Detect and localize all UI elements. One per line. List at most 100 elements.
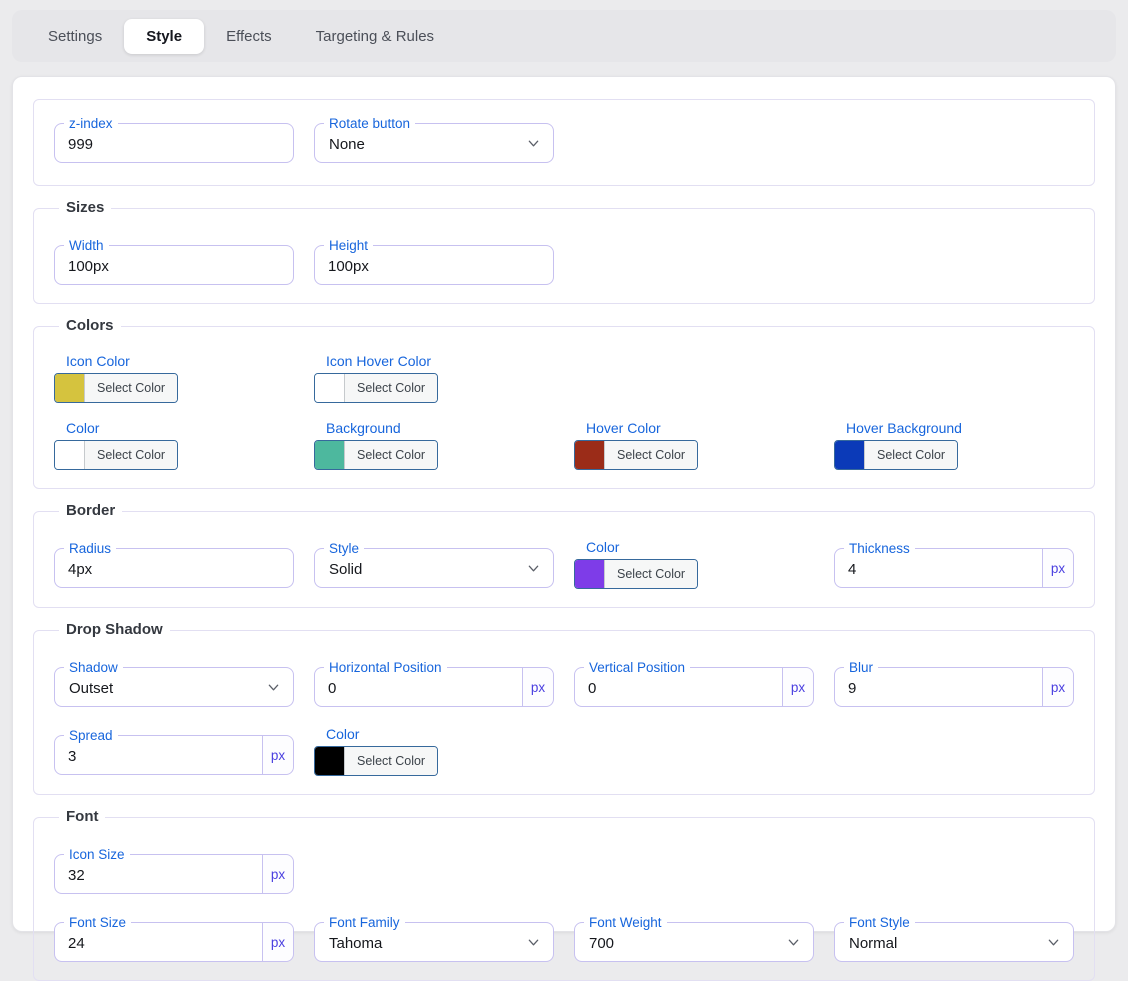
hover-color-field: Hover Color Select Color xyxy=(574,420,814,470)
font-section: Font Icon Size px Font Size px Font Fami… xyxy=(33,808,1095,981)
sizes-section-title: Sizes xyxy=(59,199,111,217)
icon-color-field: Icon Color Select Color xyxy=(54,353,294,403)
color-label: Color xyxy=(66,420,99,437)
blur-field-wrap: Blur px xyxy=(834,667,1074,707)
select-color-button-label: Select Color xyxy=(85,441,177,469)
style-settings-panel: z-index Rotate button None Sizes Width H… xyxy=(12,76,1116,932)
icon-hover-color-picker-button[interactable]: Select Color xyxy=(314,373,438,403)
tab-effects[interactable]: Effects xyxy=(204,19,294,54)
icon-color-picker-button[interactable]: Select Color xyxy=(54,373,178,403)
width-field-wrap: Width xyxy=(54,245,294,285)
color-picker-button[interactable]: Select Color xyxy=(54,440,178,470)
shadow-value: Outset xyxy=(69,680,113,697)
z-index-input[interactable] xyxy=(55,124,293,162)
shadow-select[interactable]: Outset xyxy=(55,668,293,706)
background-field: Background Select Color xyxy=(314,420,554,470)
colors-section: Colors Icon Color Select Color Icon Hove… xyxy=(33,317,1095,489)
height-field-wrap: Height xyxy=(314,245,554,285)
hover-background-color-picker-button[interactable]: Select Color xyxy=(834,440,958,470)
height-input[interactable] xyxy=(315,246,553,284)
font-family-select[interactable]: Tahoma xyxy=(315,923,553,961)
border-thickness-input[interactable] xyxy=(835,549,1073,587)
border-section-title: Border xyxy=(59,502,122,520)
px-unit-suffix: px xyxy=(262,855,293,893)
border-thickness-field-wrap: Thickness px xyxy=(834,548,1074,588)
z-index-field-wrap: z-index xyxy=(54,123,294,163)
px-unit-suffix: px xyxy=(262,736,293,774)
general-group: z-index Rotate button None xyxy=(33,99,1095,186)
font-family-field-wrap: Font Family Tahoma xyxy=(314,922,554,962)
horizontal-position-field-wrap: Horizontal Position px xyxy=(314,667,554,707)
icon-size-field-wrap: Icon Size px xyxy=(54,854,294,894)
rotate-button-value: None xyxy=(329,136,365,153)
chevron-down-icon xyxy=(267,681,280,694)
drop-shadow-section-title: Drop Shadow xyxy=(59,621,170,639)
font-size-input[interactable] xyxy=(55,923,293,961)
border-style-select[interactable]: Solid xyxy=(315,549,553,587)
font-family-value: Tahoma xyxy=(329,935,382,952)
color-swatch xyxy=(55,441,85,469)
hover-background-field: Hover Background Select Color xyxy=(834,420,1074,470)
tab-settings[interactable]: Settings xyxy=(26,19,124,54)
border-section: Border Radius Style Solid Color Select C… xyxy=(33,502,1095,608)
colors-section-title: Colors xyxy=(59,317,121,335)
chevron-down-icon xyxy=(527,936,540,949)
select-color-button-label: Select Color xyxy=(605,560,697,588)
color-swatch xyxy=(575,560,605,588)
horizontal-position-input[interactable] xyxy=(315,668,553,706)
icon-color-label: Icon Color xyxy=(66,353,130,370)
tab-targeting-rules[interactable]: Targeting & Rules xyxy=(294,19,456,54)
hover-color-picker-button[interactable]: Select Color xyxy=(574,440,698,470)
select-color-button-label: Select Color xyxy=(605,441,697,469)
vertical-position-input[interactable] xyxy=(575,668,813,706)
px-unit-suffix: px xyxy=(782,668,813,706)
color-swatch xyxy=(315,747,345,775)
color-field: Color Select Color xyxy=(54,420,294,470)
select-color-button-label: Select Color xyxy=(345,441,437,469)
px-unit-suffix: px xyxy=(1042,549,1073,587)
chevron-down-icon xyxy=(527,562,540,575)
tab-style[interactable]: Style xyxy=(124,19,204,54)
font-weight-select[interactable]: 700 xyxy=(575,923,813,961)
color-swatch xyxy=(575,441,605,469)
font-style-select[interactable]: Normal xyxy=(835,923,1073,961)
blur-input[interactable] xyxy=(835,668,1073,706)
color-swatch xyxy=(835,441,865,469)
border-color-label: Color xyxy=(586,539,619,556)
border-radius-input[interactable] xyxy=(55,549,293,587)
px-unit-suffix: px xyxy=(522,668,553,706)
spread-field-wrap: Spread px xyxy=(54,735,294,775)
select-color-button-label: Select Color xyxy=(345,374,437,402)
select-color-button-label: Select Color xyxy=(865,441,957,469)
select-color-button-label: Select Color xyxy=(85,374,177,402)
font-weight-value: 700 xyxy=(589,935,614,952)
font-style-value: Normal xyxy=(849,935,897,952)
chevron-down-icon xyxy=(1047,936,1060,949)
color-swatch xyxy=(315,374,345,402)
hover-color-label: Hover Color xyxy=(586,420,661,437)
rotate-button-select[interactable]: None xyxy=(315,124,553,162)
font-weight-field-wrap: Font Weight 700 xyxy=(574,922,814,962)
drop-shadow-section: Drop Shadow Shadow Outset Horizontal Pos… xyxy=(33,621,1095,795)
background-label: Background xyxy=(326,420,401,437)
width-input[interactable] xyxy=(55,246,293,284)
shadow-field-wrap: Shadow Outset xyxy=(54,667,294,707)
background-color-picker-button[interactable]: Select Color xyxy=(314,440,438,470)
font-size-field-wrap: Font Size px xyxy=(54,922,294,962)
icon-hover-color-label: Icon Hover Color xyxy=(326,353,431,370)
border-color-picker-button[interactable]: Select Color xyxy=(574,559,698,589)
color-swatch xyxy=(315,441,345,469)
shadow-color-label: Color xyxy=(326,726,359,743)
tab-bar: Settings Style Effects Targeting & Rules xyxy=(12,10,1116,62)
spread-input[interactable] xyxy=(55,736,293,774)
shadow-color-picker-button[interactable]: Select Color xyxy=(314,746,438,776)
px-unit-suffix: px xyxy=(262,923,293,961)
chevron-down-icon xyxy=(787,936,800,949)
border-radius-field-wrap: Radius xyxy=(54,548,294,588)
border-style-value: Solid xyxy=(329,561,362,578)
icon-size-input[interactable] xyxy=(55,855,293,893)
select-color-button-label: Select Color xyxy=(345,747,437,775)
rotate-button-field-wrap: Rotate button None xyxy=(314,123,554,163)
sizes-section: Sizes Width Height xyxy=(33,199,1095,304)
color-swatch xyxy=(55,374,85,402)
